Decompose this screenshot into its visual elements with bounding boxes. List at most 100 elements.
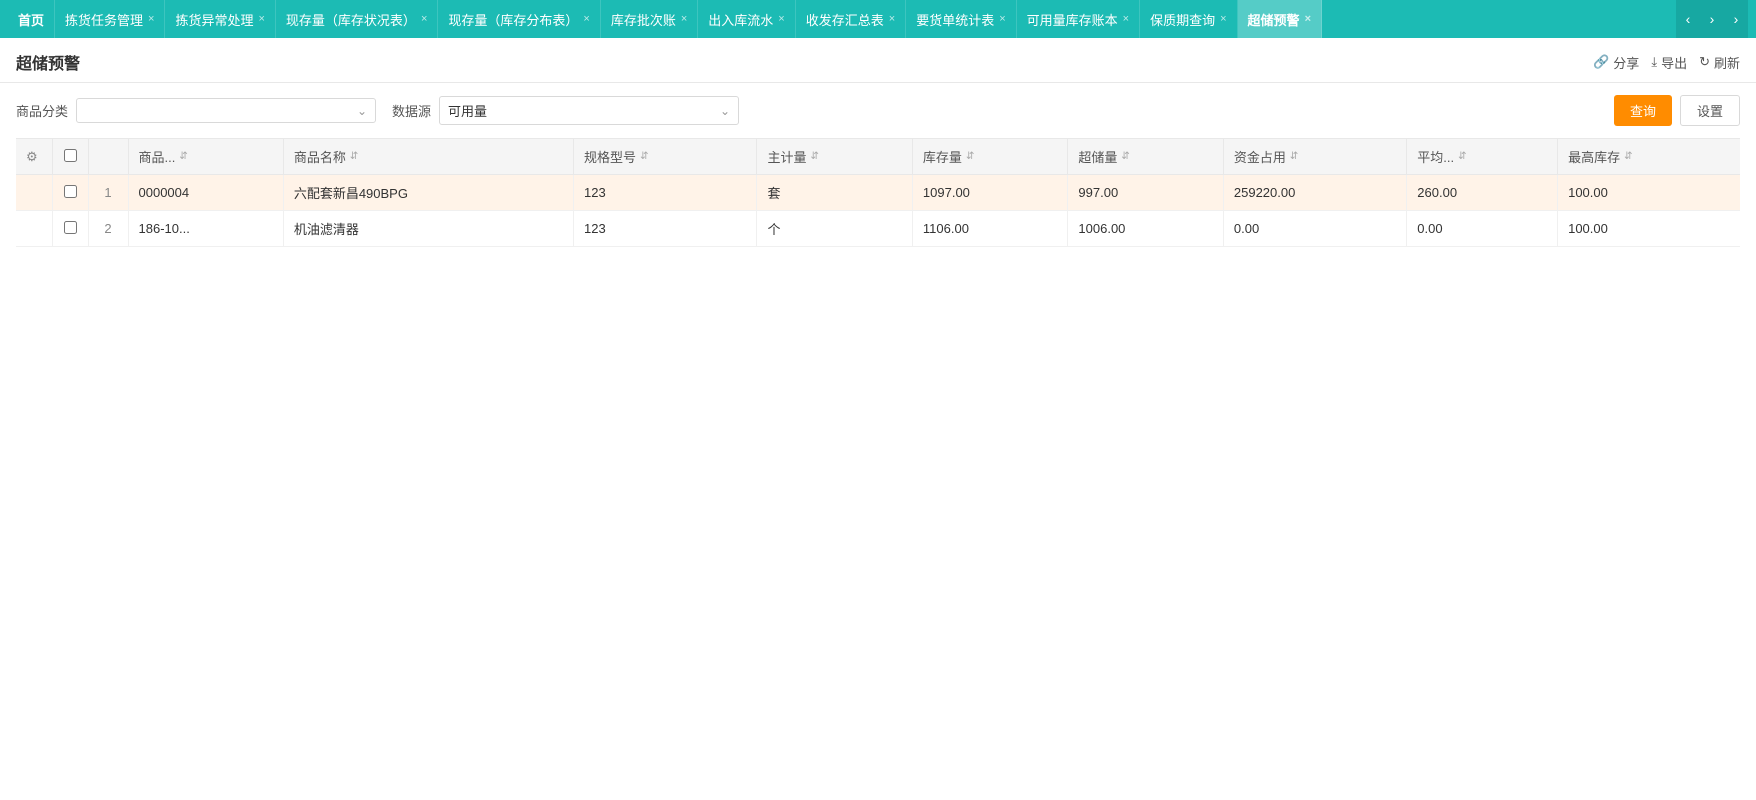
th-num — [88, 139, 128, 175]
refresh-button[interactable]: ↻ 刷新 — [1699, 53, 1740, 72]
sort-icon: ⇵ — [350, 151, 358, 162]
row-spec: 123 — [574, 175, 757, 211]
category-select[interactable]: ⌄ — [76, 98, 376, 123]
table-row[interactable]: 1 0000004 六配套新昌490BPG 123 套 1097.00 997.… — [16, 175, 1740, 211]
nav-tab-inventory-batch[interactable]: 库存批次账 × — [601, 0, 698, 38]
close-icon[interactable]: × — [148, 13, 154, 25]
row-settings-cell — [16, 211, 52, 247]
row-settings-cell — [16, 175, 52, 211]
datasource-select[interactable]: 可用量 ⌄ — [439, 96, 739, 125]
sort-icon: ⇵ — [640, 151, 648, 162]
close-icon[interactable]: × — [1123, 13, 1129, 25]
table-header-row: ⚙ 商品... ⇵ 商品名称 ⇵ — [16, 139, 1740, 175]
close-icon[interactable]: × — [681, 13, 687, 25]
top-navigation: 首页 拣货任务管理 × 拣货异常处理 × 现存量（库存状况表） × 现存量（库存… — [0, 0, 1756, 38]
row-max-stock: 100.00 — [1558, 211, 1740, 247]
th-settings: ⚙ — [16, 139, 52, 175]
sort-icon: ⇵ — [1121, 151, 1129, 162]
row-max-stock: 100.00 — [1558, 175, 1740, 211]
row-product-name: 机油滤清器 — [283, 211, 573, 247]
refresh-icon: ↻ — [1699, 54, 1710, 70]
row-stock: 1106.00 — [912, 211, 1067, 247]
export-icon: ⤓ — [1651, 54, 1657, 70]
datasource-filter: 数据源 可用量 ⌄ — [392, 96, 739, 125]
table-container: ⚙ 商品... ⇵ 商品名称 ⇵ — [0, 138, 1756, 247]
sort-icon: ⇵ — [1458, 151, 1466, 162]
row-product-code: 0000004 — [128, 175, 283, 211]
close-icon[interactable]: × — [778, 13, 784, 25]
th-product-name[interactable]: 商品名称 ⇵ — [283, 139, 573, 175]
row-avg: 0.00 — [1407, 211, 1558, 247]
close-icon[interactable]: × — [1220, 13, 1226, 25]
sort-icon: ⇵ — [966, 151, 974, 162]
close-icon[interactable]: × — [999, 13, 1005, 25]
th-product-code[interactable]: 商品... ⇵ — [128, 139, 283, 175]
close-icon[interactable]: × — [889, 13, 895, 25]
category-label: 商品分类 — [16, 101, 68, 120]
share-icon: 🔗 — [1593, 54, 1609, 70]
nav-tab-order-stats[interactable]: 要货单统计表 × — [906, 0, 1016, 38]
th-stock[interactable]: 库存量 ⇵ — [912, 139, 1067, 175]
share-button[interactable]: 🔗 分享 — [1593, 53, 1639, 72]
export-button[interactable]: ⤓ 导出 — [1651, 53, 1687, 72]
close-icon[interactable]: × — [1305, 13, 1311, 25]
row-unit: 套 — [757, 175, 912, 211]
page-header: 超储预警 🔗 分享 ⤓ 导出 ↻ 刷新 — [0, 38, 1756, 83]
gear-icon[interactable]: ⚙ — [26, 149, 38, 164]
th-max-stock[interactable]: 最高库存 ⇵ — [1558, 139, 1740, 175]
nav-tab-quality-query[interactable]: 保质期查询 × — [1140, 0, 1237, 38]
sort-icon: ⇵ — [1290, 151, 1298, 162]
th-capital-used[interactable]: 资金占用 ⇵ — [1223, 139, 1406, 175]
row-product-name: 六配套新昌490BPG — [283, 175, 573, 211]
filter-bar: 商品分类 ⌄ 数据源 可用量 ⌄ 查询 设置 — [0, 83, 1756, 138]
overstock-table: ⚙ 商品... ⇵ 商品名称 ⇵ — [16, 138, 1740, 247]
th-checkbox — [52, 139, 88, 175]
nav-tab-available-ledger[interactable]: 可用量库存账本 × — [1017, 0, 1140, 38]
page-title: 超储预警 — [16, 50, 80, 74]
row-capital-used: 259220.00 — [1223, 175, 1406, 211]
close-icon[interactable]: × — [583, 13, 589, 25]
row-num: 2 — [88, 211, 128, 247]
nav-expand-button[interactable]: › — [1724, 0, 1748, 38]
category-select-value — [85, 103, 89, 118]
row-checkbox[interactable] — [64, 185, 77, 198]
close-icon[interactable]: × — [421, 13, 427, 25]
row-num: 1 — [88, 175, 128, 211]
sort-icon: ⇵ — [810, 151, 818, 162]
th-spec[interactable]: 规格型号 ⇵ — [574, 139, 757, 175]
row-capital-used: 0.00 — [1223, 211, 1406, 247]
nav-tab-task-mgmt[interactable]: 拣货任务管理 × — [55, 0, 165, 38]
settings-button[interactable]: 设置 — [1680, 95, 1740, 126]
row-unit: 个 — [757, 211, 912, 247]
datasource-select-value: 可用量 — [448, 101, 487, 120]
nav-tab-inventory-status[interactable]: 现存量（库存状况表） × — [276, 0, 438, 38]
close-icon[interactable]: × — [258, 13, 264, 25]
select-all-checkbox[interactable] — [64, 149, 77, 162]
sort-icon: ⇵ — [179, 151, 187, 162]
nav-prev-button[interactable]: ‹ — [1676, 0, 1700, 38]
table-row[interactable]: 2 186-10... 机油滤清器 123 个 1106.00 1006.00 … — [16, 211, 1740, 247]
row-stock: 1097.00 — [912, 175, 1067, 211]
nav-tab-home[interactable]: 首页 — [8, 0, 55, 38]
nav-arrow-controls: ‹ › › — [1676, 0, 1748, 38]
nav-tab-abnormal-proc[interactable]: 拣货异常处理 × — [165, 0, 275, 38]
nav-next-button[interactable]: › — [1700, 0, 1724, 38]
row-overstock: 1006.00 — [1068, 211, 1223, 247]
th-overstock[interactable]: 超储量 ⇵ — [1068, 139, 1223, 175]
datasource-label: 数据源 — [392, 101, 431, 120]
filter-buttons: 查询 设置 — [1614, 95, 1740, 126]
row-checkbox[interactable] — [64, 221, 77, 234]
row-checkbox-cell[interactable] — [52, 175, 88, 211]
query-button[interactable]: 查询 — [1614, 95, 1672, 126]
nav-tab-collect-summary[interactable]: 收发存汇总表 × — [796, 0, 906, 38]
row-avg: 260.00 — [1407, 175, 1558, 211]
nav-tab-inventory-dist[interactable]: 现存量（库存分布表） × — [438, 0, 600, 38]
nav-tab-overstock-warning[interactable]: 超储预警 × — [1238, 0, 1322, 38]
nav-tab-inout-flow[interactable]: 出入库流水 × — [698, 0, 795, 38]
row-product-code: 186-10... — [128, 211, 283, 247]
th-unit[interactable]: 主计量 ⇵ — [757, 139, 912, 175]
row-checkbox-cell[interactable] — [52, 211, 88, 247]
header-actions: 🔗 分享 ⤓ 导出 ↻ 刷新 — [1593, 53, 1740, 72]
th-avg[interactable]: 平均... ⇵ — [1407, 139, 1558, 175]
category-filter: 商品分类 ⌄ — [16, 98, 376, 123]
